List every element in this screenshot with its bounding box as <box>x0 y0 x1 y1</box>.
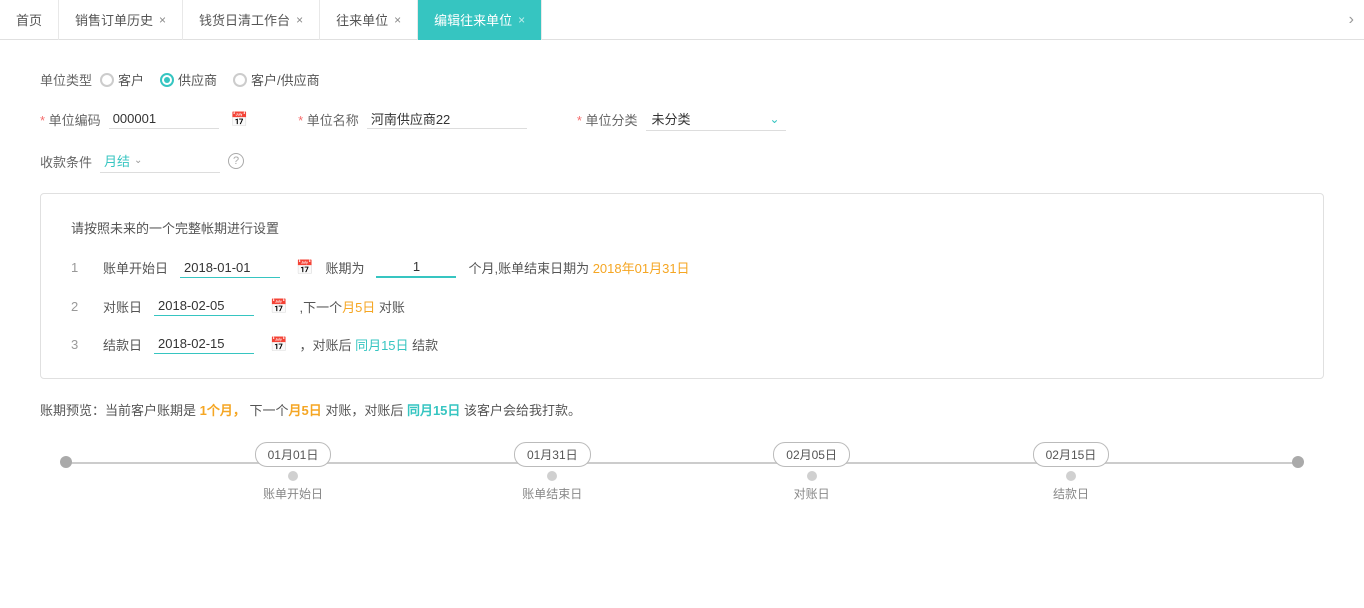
preview-reconcile: 月5日 <box>288 403 321 418</box>
tabs-bar: 首页 销售订单历史 × 钱货日清工作台 × 往来单位 × 编辑往来单位 × › <box>0 0 1364 40</box>
radio-both[interactable]: 客户/供应商 <box>233 70 320 89</box>
tab-sales-history-label: 销售订单历史 <box>75 10 153 29</box>
tab-cash-work-close[interactable]: × <box>296 13 303 27</box>
panel-row-2: 2 对账日 📅 ,下一个月5日 对账 <box>71 296 1293 316</box>
radio-customer-label: 客户 <box>118 70 144 89</box>
row-num-1: 1 <box>71 260 91 275</box>
tl-label-1: 账单开始日 <box>263 485 323 502</box>
tab-home-label: 首页 <box>16 10 42 29</box>
tl-badge-2: 01月31日 <box>514 442 591 467</box>
tl-badge-1: 01月01日 <box>255 442 332 467</box>
period-input[interactable] <box>376 257 456 278</box>
payment-condition-value: 月结 <box>104 151 130 170</box>
tl-badge-3: 02月05日 <box>773 442 850 467</box>
radio-supplier-label: 供应商 <box>178 70 217 89</box>
reconcile-suffix-text: ,下一个月5日 对账 <box>299 297 404 316</box>
radio-both-label: 客户/供应商 <box>251 70 320 89</box>
preview-payment: 同月15日 <box>407 403 460 418</box>
unit-code-icon[interactable]: 📅 <box>231 111 248 128</box>
timeline-point-1: 01月01日 账单开始日 <box>255 442 332 502</box>
timeline-point-4: 02月15日 结款日 <box>1033 442 1110 502</box>
tl-dot-3 <box>807 471 817 481</box>
row-num-3: 3 <box>71 337 91 352</box>
tab-sales-history-close[interactable]: × <box>159 13 166 27</box>
timeline-end-dot <box>1292 442 1304 468</box>
preview-period: 1个月， <box>200 403 246 418</box>
unit-category-arrow-icon: ⌄ <box>769 112 779 126</box>
start-date-cal-icon[interactable]: 📅 <box>296 259 313 276</box>
payment-condition-dropdown-icon: ⌄ <box>134 155 142 166</box>
payment-help-icon[interactable]: ? <box>228 153 244 169</box>
unit-category-value: 未分类 <box>652 109 691 128</box>
timeline-section: 01月01日 账单开始日 01月31日 账单结束日 02月05日 对账日 02月… <box>40 442 1324 502</box>
tl-dot-4 <box>1066 471 1076 481</box>
unit-name-label: 单位名称 <box>298 110 359 129</box>
tab-cash-work[interactable]: 钱货日清工作台 × <box>183 0 320 40</box>
tab-partner-unit-label: 往来单位 <box>336 10 388 29</box>
start-date-input[interactable] <box>180 258 280 278</box>
start-dot-circle <box>60 456 72 468</box>
panel-row-3: 3 结款日 📅 ，对账后 同月15日 结款 <box>71 334 1293 354</box>
timeline-point-3: 02月05日 对账日 <box>773 442 850 502</box>
unit-category-label: 单位分类 <box>577 110 638 129</box>
unit-type-label: 单位类型 <box>40 70 92 89</box>
preview-text: 账期预览：当前客户账期是 1个月， 下一个月5日 对账，对账后 同月15日 该客… <box>40 399 1324 422</box>
tab-edit-partner[interactable]: 编辑往来单位 × <box>418 0 542 40</box>
payment-date-cal-icon[interactable]: 📅 <box>270 336 287 353</box>
unit-category-dropdown[interactable]: 未分类 ⌄ <box>646 107 786 131</box>
unit-type-row: 单位类型 客户 供应商 客户/供应商 <box>40 70 1324 89</box>
radio-supplier[interactable]: 供应商 <box>160 70 217 89</box>
unit-code-input[interactable] <box>109 109 219 129</box>
tl-label-3: 对账日 <box>794 485 830 502</box>
radio-customer-circle <box>100 73 114 87</box>
tab-cash-work-label: 钱货日清工作台 <box>199 10 290 29</box>
tl-dot-1 <box>288 471 298 481</box>
period-label: 账期为 <box>325 258 364 277</box>
tl-label-4: 结款日 <box>1053 485 1089 502</box>
tab-partner-unit-close[interactable]: × <box>394 13 401 27</box>
reconcile-date-cal-icon[interactable]: 📅 <box>270 298 287 315</box>
payment-highlight: 同月15日 <box>355 338 408 353</box>
billing-period-panel: 请按照未来的一个完整帐期进行设置 1 账单开始日 📅 账期为 个月,账单结束日期… <box>40 193 1324 379</box>
tab-edit-partner-close[interactable]: × <box>518 13 525 27</box>
payment-suffix-text: ，对账后 同月15日 结款 <box>299 335 438 354</box>
period-unit-text: 个月,账单结束日期为 2018年01月31日 <box>468 258 689 277</box>
timeline-points: 01月01日 账单开始日 01月31日 账单结束日 02月05日 对账日 02月… <box>60 442 1304 502</box>
timeline-start-dot <box>60 442 72 468</box>
end-dot-circle <box>1292 456 1304 468</box>
radio-both-circle <box>233 73 247 87</box>
timeline-point-2: 01月31日 账单结束日 <box>514 442 591 502</box>
panel-hint: 请按照未来的一个完整帐期进行设置 <box>71 218 1293 237</box>
payment-condition-label: 收款条件 <box>40 152 92 171</box>
row-label-2: 对账日 <box>103 297 142 316</box>
tab-home[interactable]: 首页 <box>0 0 59 40</box>
tab-scroll-right[interactable]: › <box>1339 11 1364 29</box>
reconcile-date-input[interactable] <box>154 296 254 316</box>
tl-dot-2 <box>547 471 557 481</box>
tab-edit-partner-label: 编辑往来单位 <box>434 10 512 29</box>
tab-sales-history[interactable]: 销售订单历史 × <box>59 0 183 40</box>
unit-code-label: 单位编码 <box>40 110 101 129</box>
radio-customer[interactable]: 客户 <box>100 70 144 89</box>
reconcile-highlight: 月5日 <box>342 300 375 315</box>
panel-row-1: 1 账单开始日 📅 账期为 个月,账单结束日期为 2018年01月31日 <box>71 257 1293 278</box>
payment-condition-row: 收款条件 月结 ⌄ ? <box>40 149 1324 173</box>
unit-info-row: 单位编码 📅 单位名称 单位分类 未分类 ⌄ <box>40 107 1324 131</box>
payment-date-input[interactable] <box>154 334 254 354</box>
main-content: 单位类型 客户 供应商 客户/供应商 单位编码 📅 单位名称 <box>0 40 1364 608</box>
period-end-date: 2018年01月31日 <box>593 261 690 276</box>
unit-type-radio-group: 客户 供应商 客户/供应商 <box>100 70 320 89</box>
unit-name-input[interactable] <box>367 109 527 129</box>
tl-badge-4: 02月15日 <box>1033 442 1110 467</box>
row-label-3: 结款日 <box>103 335 142 354</box>
tl-label-2: 账单结束日 <box>522 485 582 502</box>
tab-partner-unit[interactable]: 往来单位 × <box>320 0 418 40</box>
row-label-1: 账单开始日 <box>103 258 168 277</box>
radio-supplier-circle <box>160 73 174 87</box>
payment-condition-select[interactable]: 月结 ⌄ <box>100 149 220 173</box>
row-num-2: 2 <box>71 299 91 314</box>
